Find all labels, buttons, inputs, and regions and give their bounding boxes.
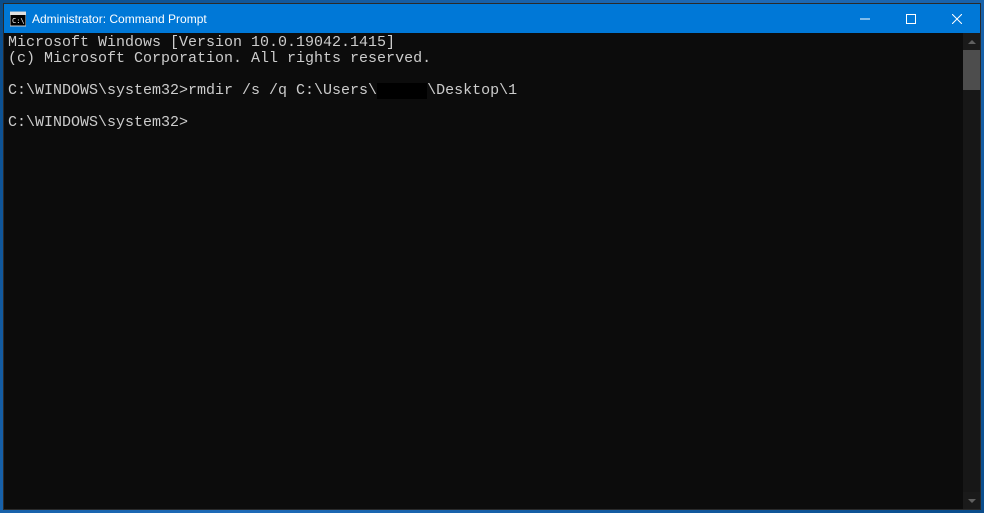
redacted-username	[377, 83, 427, 99]
close-icon	[952, 14, 962, 24]
window-title: Administrator: Command Prompt	[32, 12, 842, 26]
close-button[interactable]	[934, 4, 980, 33]
maximize-button[interactable]	[888, 4, 934, 33]
chevron-up-icon	[968, 40, 976, 44]
terminal-line	[8, 99, 959, 115]
prompt: C:\WINDOWS\system32>	[8, 82, 188, 99]
terminal-content[interactable]: Microsoft Windows [Version 10.0.19042.14…	[4, 33, 963, 509]
terminal-body: Microsoft Windows [Version 10.0.19042.14…	[4, 33, 980, 509]
terminal-line: (c) Microsoft Corporation. All rights re…	[8, 51, 959, 67]
vertical-scrollbar[interactable]	[963, 33, 980, 509]
cmd-icon: C:\	[10, 11, 26, 27]
terminal-line: Microsoft Windows [Version 10.0.19042.14…	[8, 35, 959, 51]
command-text: rmdir /s /q C:\Users\	[188, 82, 377, 99]
svg-text:C:\: C:\	[12, 17, 25, 25]
scrollbar-down-button[interactable]	[963, 492, 980, 509]
chevron-down-icon	[968, 499, 976, 503]
scrollbar-thumb[interactable]	[963, 50, 980, 90]
terminal-line	[8, 67, 959, 83]
minimize-icon	[860, 14, 870, 24]
prompt: C:\WINDOWS\system32>	[8, 114, 188, 131]
command-text: \Desktop\1	[427, 82, 517, 99]
terminal-line: C:\WINDOWS\system32>rmdir /s /q C:\Users…	[8, 83, 959, 99]
window-controls	[842, 4, 980, 33]
scrollbar-up-button[interactable]	[963, 33, 980, 50]
terminal-line: C:\WINDOWS\system32>	[8, 115, 959, 131]
titlebar[interactable]: C:\ Administrator: Command Prompt	[4, 4, 980, 33]
maximize-icon	[906, 14, 916, 24]
minimize-button[interactable]	[842, 4, 888, 33]
command-prompt-window: C:\ Administrator: Command Prompt	[3, 3, 981, 510]
scrollbar-track[interactable]	[963, 50, 980, 492]
